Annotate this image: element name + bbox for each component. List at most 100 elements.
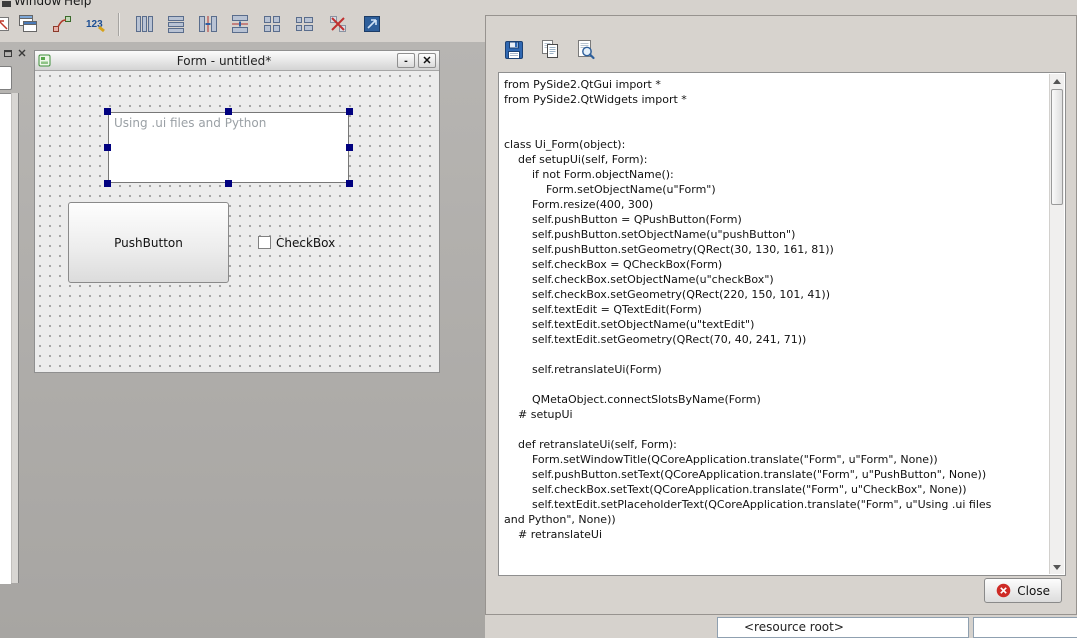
edit-widgets-icon xyxy=(17,13,39,35)
code-viewer-dialog: from PySide2.QtGui import *from PySide2.… xyxy=(485,15,1077,615)
code-area[interactable]: from PySide2.QtGui import *from PySide2.… xyxy=(498,72,1066,576)
save-icon xyxy=(502,38,526,62)
checkbox-label: CheckBox xyxy=(276,236,335,250)
qt-designer-window: Window Help 1 xyxy=(0,0,1077,638)
break-layout-button[interactable] xyxy=(324,10,352,38)
code-line: from PySide2.QtGui import * xyxy=(504,77,1047,92)
selection-handle-e[interactable] xyxy=(346,144,353,151)
splitter-vertical-button[interactable] xyxy=(226,10,254,38)
layout-horizontal-button[interactable] xyxy=(130,10,158,38)
layout-horizontal-icon xyxy=(133,13,155,35)
code-line: self.textEdit.setGeometry(QRect(70, 40, … xyxy=(504,332,1047,347)
form-window-title: Form - untitled* xyxy=(54,54,394,68)
code-line: from PySide2.QtWidgets import * xyxy=(504,92,1047,107)
selection-handle-w[interactable] xyxy=(104,144,111,151)
find-icon xyxy=(574,38,598,62)
break-layout-icon xyxy=(327,13,349,35)
checkbox-widget[interactable]: CheckBox xyxy=(258,222,359,263)
copy-icon xyxy=(538,38,562,62)
form-canvas[interactable]: Using .ui files and Python PushButton Ch… xyxy=(38,72,438,371)
resource-browser: <resource root> xyxy=(717,617,969,638)
code-line: Form.resize(400, 300) xyxy=(504,197,1047,212)
copy-code-button[interactable] xyxy=(536,36,564,64)
code-line: # setupUi xyxy=(504,407,1047,422)
code-line: def setupUi(self, Form): xyxy=(504,152,1047,167)
find-code-button[interactable] xyxy=(572,36,600,64)
code-line: if not Form.objectName(): xyxy=(504,167,1047,182)
code-line: self.textEdit = QTextEdit(Form) xyxy=(504,302,1047,317)
menu-help[interactable]: Help xyxy=(64,0,91,8)
code-scrollbar[interactable] xyxy=(1049,74,1064,574)
resource-root-item[interactable]: <resource root> xyxy=(718,618,968,637)
layout-vertical-button[interactable] xyxy=(162,10,190,38)
code-line: self.textEdit.setObjectName(u"textEdit") xyxy=(504,317,1047,332)
selection-handle-n[interactable] xyxy=(225,108,232,115)
selection-handle-se[interactable] xyxy=(346,180,353,187)
form-minimize-button[interactable]: - xyxy=(397,53,415,68)
layout-vertical-icon xyxy=(165,13,187,35)
widgetbox-filter-sliver[interactable] xyxy=(0,66,12,90)
pushbutton-widget[interactable]: PushButton xyxy=(68,202,229,283)
resource-side-panel xyxy=(973,617,1077,638)
close-dialog-button[interactable]: Close xyxy=(984,578,1062,603)
code-line xyxy=(504,122,1047,137)
code-line: self.checkBox.setGeometry(QRect(220, 150… xyxy=(504,287,1047,302)
splitter-horizontal-button[interactable] xyxy=(194,10,222,38)
selection-handle-nw[interactable] xyxy=(104,108,111,115)
code-line: and Python", None)) xyxy=(504,512,1047,527)
splitter-vertical-icon xyxy=(229,13,251,35)
scrollbar-thumb[interactable] xyxy=(1051,89,1063,205)
widgetbox-list-sliver xyxy=(0,93,11,584)
scrollbar-down-arrow[interactable] xyxy=(1050,560,1064,574)
code-line: Form.setWindowTitle(QCoreApplication.tra… xyxy=(504,452,1047,467)
code-line: QMetaObject.connectSlotsByName(Form) xyxy=(504,392,1047,407)
selection-handle-sw[interactable] xyxy=(104,180,111,187)
code-line: self.retranslateUi(Form) xyxy=(504,362,1047,377)
code-line: self.textEdit.setPlaceholderText(QCoreAp… xyxy=(504,497,1047,512)
code-text: from PySide2.QtGui import *from PySide2.… xyxy=(504,77,1047,572)
widgetbox-scrollbar[interactable] xyxy=(11,93,19,583)
menu-window[interactable]: Window xyxy=(14,0,61,8)
cropped-menu-fragment xyxy=(2,1,11,7)
adjust-size-icon xyxy=(361,13,383,35)
textedit-placeholder: Using .ui files and Python xyxy=(114,116,266,130)
scrollbar-up-arrow[interactable] xyxy=(1050,74,1064,88)
layout-grid-button[interactable] xyxy=(258,10,286,38)
code-line: self.checkBox = QCheckBox(Form) xyxy=(504,257,1047,272)
code-line: self.checkBox.setText(QCoreApplication.t… xyxy=(504,482,1047,497)
edit-tab-order-icon: 123 xyxy=(85,13,107,35)
layout-grid-icon xyxy=(261,13,283,35)
splitter-horizontal-icon xyxy=(197,13,219,35)
code-line xyxy=(504,377,1047,392)
checkbox-indicator xyxy=(258,236,271,249)
edit-widgets-button[interactable] xyxy=(14,10,42,38)
cropped-tool-icon xyxy=(0,13,13,35)
selection-handle-s[interactable] xyxy=(225,180,232,187)
textedit-selection-group: Using .ui files and Python xyxy=(108,112,349,183)
textedit-widget[interactable]: Using .ui files and Python xyxy=(108,112,349,183)
edit-signals-slots-icon xyxy=(51,13,73,35)
code-line: Form.setObjectName(u"Form") xyxy=(504,182,1047,197)
toolbar-separator xyxy=(118,13,120,36)
code-line: self.pushButton.setText(QCoreApplication… xyxy=(504,467,1047,482)
dock-close-button[interactable] xyxy=(15,46,29,60)
layout-form-button[interactable] xyxy=(290,10,318,38)
form-titlebar[interactable]: Form - untitled* - ✕ xyxy=(35,51,439,71)
selection-handle-ne[interactable] xyxy=(346,108,353,115)
form-close-button[interactable]: ✕ xyxy=(418,53,436,68)
code-line: self.pushButton.setObjectName(u"pushButt… xyxy=(504,227,1047,242)
close-button-label: Close xyxy=(1017,584,1050,598)
form-window-icon xyxy=(38,54,51,67)
adjust-size-button[interactable] xyxy=(358,10,386,38)
dock-float-button[interactable] xyxy=(1,46,15,60)
code-line xyxy=(504,347,1047,362)
designer-form-window: Form - untitled* - ✕ Using .ui files and… xyxy=(34,50,440,373)
float-icon xyxy=(2,47,14,59)
menu-bar: Window Help xyxy=(0,0,1077,8)
code-viewer-toolbar xyxy=(500,36,600,64)
code-line: self.pushButton = QPushButton(Form) xyxy=(504,212,1047,227)
save-code-button[interactable] xyxy=(500,36,528,64)
code-line xyxy=(504,422,1047,437)
edit-signals-slots-button[interactable] xyxy=(48,10,76,38)
edit-tab-order-button[interactable]: 123 xyxy=(82,10,110,38)
